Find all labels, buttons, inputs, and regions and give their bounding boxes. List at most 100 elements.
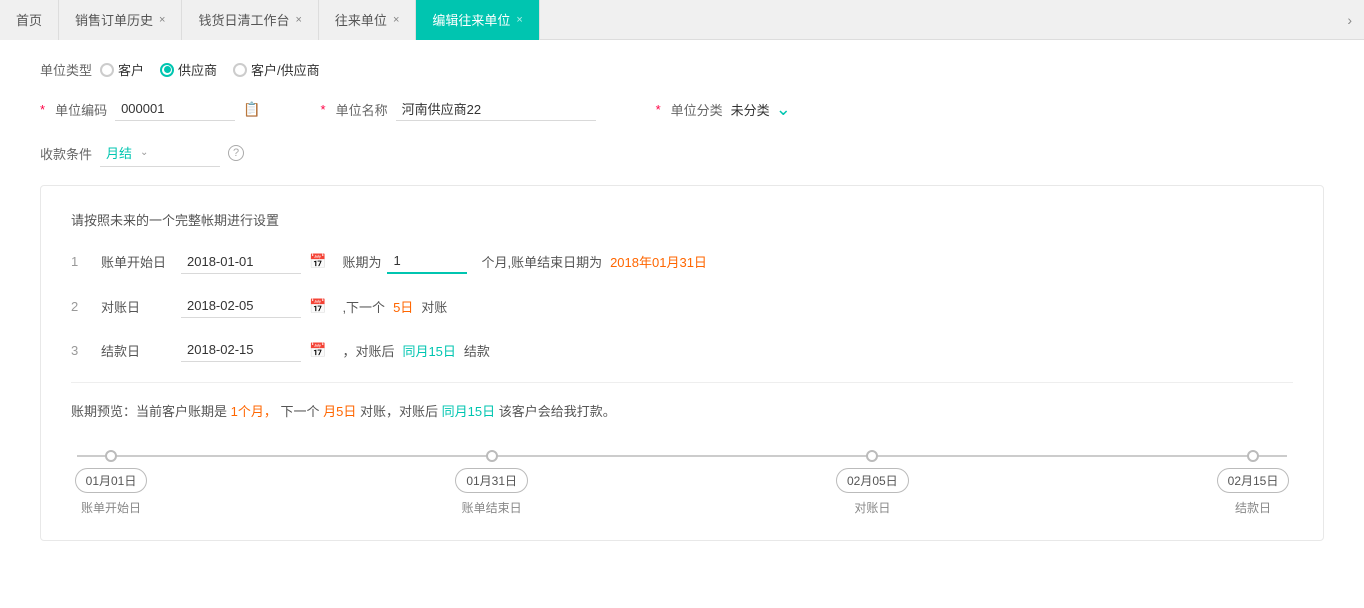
row-3-desc-after: 结款 [464, 341, 490, 360]
unit-name-star: * [321, 102, 326, 117]
radio-both-circle [233, 63, 247, 77]
payment-date-cal-icon[interactable]: 📅 [309, 342, 326, 359]
unit-type-label: 单位类型 [40, 60, 92, 79]
timeline-label-3: 对账日 [854, 499, 890, 516]
payment-date-input[interactable] [181, 338, 301, 362]
timeline-date-1: 01月01日 [75, 468, 148, 493]
timeline-date-2: 01月31日 [455, 468, 528, 493]
tab-partner-label: 往来单位 [335, 10, 387, 29]
unit-code-input[interactable] [115, 97, 235, 121]
unit-type-radio-group: 客户 供应商 客户/供应商 [100, 60, 320, 79]
row-num-2: 2 [71, 299, 101, 314]
row-label-1: 账单开始日 [101, 252, 181, 271]
row-label-2: 对账日 [101, 297, 181, 316]
timeline-date-4: 02月15日 [1217, 468, 1290, 493]
unit-code-icon[interactable]: 📋 [243, 101, 260, 118]
main-content: 单位类型 客户 供应商 客户/供应商 * 单位编码 [0, 40, 1364, 608]
radio-customer-circle [100, 63, 114, 77]
payment-terms-field: 收款条件 月结 ⌄ ? [40, 139, 244, 167]
unit-name-field: * 单位名称 [321, 97, 596, 121]
radio-supplier-circle [160, 63, 174, 77]
tab-cash-daily-label: 钱货日清工作台 [198, 10, 289, 29]
preview-reconcile-suffix: 对账，对账后 [360, 404, 438, 419]
tab-cash-daily-close[interactable]: × [295, 14, 301, 26]
preview-payment-date: 同月15日 [442, 404, 495, 419]
timeline-dot-3 [866, 450, 878, 462]
tab-sales-history[interactable]: 销售订单历史 × [59, 0, 182, 40]
tab-home-label: 首页 [16, 10, 42, 29]
card-title: 请按照未来的一个完整帐期进行设置 [71, 210, 1293, 229]
timeline-spacer-2 [532, 450, 833, 455]
unit-category-dropdown[interactable]: 未分类 ⌄ [731, 99, 881, 120]
payment-terms-arrow-icon: ⌄ [140, 147, 148, 158]
tab-bar: 首页 销售订单历史 × 钱货日清工作台 × 往来单位 × 编辑往来单位 × › [0, 0, 1364, 40]
row-3-highlight: 同月15日 [402, 341, 455, 360]
unit-category-value: 未分类 [731, 100, 770, 119]
unit-category-field: * 单位分类 未分类 ⌄ [656, 99, 881, 120]
timeline-spacer-1 [151, 450, 452, 455]
setting-row-1: 1 账单开始日 📅 账期为 个月,账单结束日期为 2018年01月31日 [71, 249, 1293, 274]
timeline-point-4: 02月15日 结款日 [1213, 450, 1293, 516]
row-num-3: 3 [71, 343, 101, 358]
row-2-highlight: 5日 [393, 297, 413, 316]
radio-both-label: 客户/供应商 [251, 60, 320, 79]
row-3-desc-before: ，对账后 [342, 341, 394, 360]
payment-terms-label: 收款条件 [40, 144, 92, 163]
unit-category-star: * [656, 102, 661, 117]
setting-row-3: 3 结款日 📅 ，对账后 同月15日 结款 [71, 338, 1293, 362]
radio-customer-label: 客户 [118, 60, 144, 79]
timeline-dot-1 [105, 450, 117, 462]
timeline-spacer-3 [912, 450, 1213, 455]
tab-partner-close[interactable]: × [393, 14, 399, 26]
radio-customer[interactable]: 客户 [100, 60, 144, 79]
start-date-input[interactable] [181, 250, 301, 274]
payment-terms-value: 月结 [106, 143, 132, 162]
radio-both[interactable]: 客户/供应商 [233, 60, 320, 79]
tab-edit-partner-label: 编辑往来单位 [432, 10, 510, 29]
timeline-point-2: 01月31日 账单结束日 [452, 450, 532, 516]
preview-prefix: 账期预览：当前客户账期是 [71, 404, 227, 419]
timeline-point-3: 02月05日 对账日 [832, 450, 912, 516]
row-1-highlight: 2018年01月31日 [610, 252, 707, 271]
radio-supplier-label: 供应商 [178, 60, 217, 79]
unit-type-row: 单位类型 客户 供应商 客户/供应商 [40, 60, 1324, 79]
tab-partner[interactable]: 往来单位 × [319, 0, 416, 40]
unit-code-label: 单位编码 [55, 100, 107, 119]
start-date-cal-icon[interactable]: 📅 [309, 253, 326, 270]
timeline: 01月01日 账单开始日 01月31日 账单结束日 02月05日 [71, 440, 1293, 516]
preview-reconcile-date: 月5日 [323, 404, 356, 419]
timeline-label-2: 账单结束日 [462, 499, 522, 516]
unit-name-label: 单位名称 [336, 100, 388, 119]
tab-home[interactable]: 首页 [0, 0, 59, 40]
row-1-desc-after: 个月,账单结束日期为 [481, 252, 602, 271]
timeline-point-1: 01月01日 账单开始日 [71, 450, 151, 516]
tab-edit-partner-close[interactable]: × [516, 14, 522, 26]
preview-text: 账期预览：当前客户账期是 1个月， 下一个 月5日 对账，对账后 同月15日 该… [71, 401, 1293, 420]
help-icon[interactable]: ? [228, 145, 244, 161]
radio-supplier[interactable]: 供应商 [160, 60, 217, 79]
unit-code-field: * 单位编码 📋 [40, 97, 261, 121]
timeline-label-4: 结款日 [1235, 499, 1271, 516]
tab-sales-history-label: 销售订单历史 [75, 10, 153, 29]
period-input[interactable] [387, 249, 467, 274]
unit-category-label: 单位分类 [671, 100, 723, 119]
timeline-dot-4 [1247, 450, 1259, 462]
tab-more-button[interactable]: › [1335, 12, 1364, 28]
row-num-1: 1 [71, 254, 101, 269]
tab-edit-partner[interactable]: 编辑往来单位 × [416, 0, 539, 40]
unit-code-star: * [40, 102, 45, 117]
row-2-desc-after: 对账 [421, 297, 447, 316]
payment-terms-dropdown[interactable]: 月结 ⌄ [100, 139, 220, 167]
reconcile-date-cal-icon[interactable]: 📅 [309, 298, 326, 315]
separator [71, 382, 1293, 383]
unit-name-input[interactable] [396, 97, 596, 121]
timeline-dot-2 [486, 450, 498, 462]
unit-type-field: 单位类型 客户 供应商 客户/供应商 [40, 60, 320, 79]
row-label-3: 结款日 [101, 341, 181, 360]
preview-period: 1个月， [231, 404, 277, 419]
payment-terms-row: 收款条件 月结 ⌄ ? [40, 139, 1324, 167]
reconcile-date-input[interactable] [181, 294, 301, 318]
tab-cash-daily[interactable]: 钱货日清工作台 × [182, 0, 318, 40]
tab-sales-history-close[interactable]: × [159, 14, 165, 26]
timeline-label-1: 账单开始日 [81, 499, 141, 516]
